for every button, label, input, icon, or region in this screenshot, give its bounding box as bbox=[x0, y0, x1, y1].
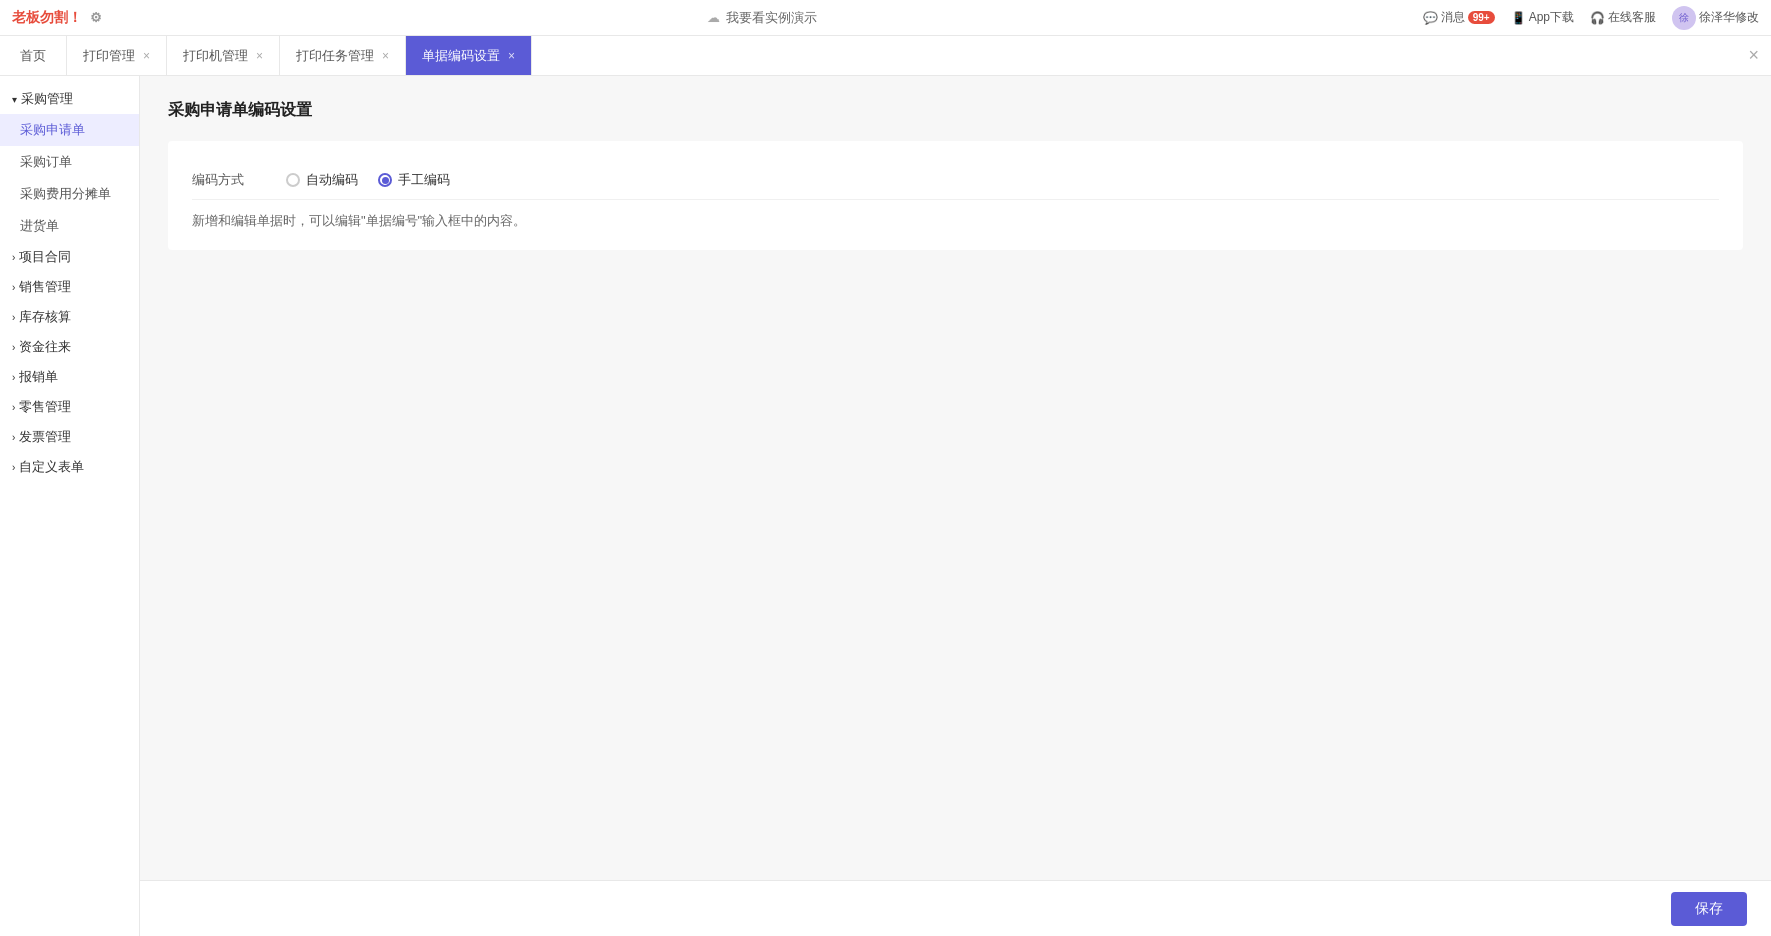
radio-manual-label: 手工编码 bbox=[398, 171, 450, 189]
top-bar-right: 💬 消息 99+ 📱 App下载 🎧 在线客服 徐 徐泽华修改 bbox=[1423, 6, 1759, 30]
message-button[interactable]: 💬 消息 99+ bbox=[1423, 9, 1495, 26]
sidebar-group-project-contract-label: 项目合同 bbox=[19, 248, 71, 266]
sidebar-item-purchase-expense[interactable]: 采购费用分摊单 bbox=[0, 178, 139, 210]
tab-printer-mgmt-close[interactable]: × bbox=[256, 49, 263, 63]
tab-printer-mgmt[interactable]: 打印机管理 × bbox=[167, 36, 280, 75]
code-mode-label: 编码方式 bbox=[192, 171, 262, 189]
sidebar-item-purchase-expense-label: 采购费用分摊单 bbox=[20, 186, 111, 201]
sidebar-item-purchase-order-label: 采购订单 bbox=[20, 154, 72, 169]
tab-print-mgmt-close[interactable]: × bbox=[143, 49, 150, 63]
radio-manual-circle bbox=[378, 173, 392, 187]
main-layout: ▾ 采购管理 采购申请单 采购订单 采购费用分摊单 进货单 › 项目合同 › 销… bbox=[0, 76, 1771, 936]
cloud-icon: ☁ bbox=[707, 10, 720, 25]
search-text[interactable]: 我要看实例演示 bbox=[726, 9, 817, 27]
user-name: 徐泽华修改 bbox=[1699, 9, 1759, 26]
message-icon: 💬 bbox=[1423, 11, 1438, 25]
save-button[interactable]: 保存 bbox=[1671, 892, 1747, 926]
app-download-button[interactable]: 📱 App下载 bbox=[1511, 9, 1574, 26]
sidebar-group-stock-check[interactable]: › 库存核算 bbox=[0, 302, 139, 332]
online-service-button[interactable]: 🎧 在线客服 bbox=[1590, 9, 1656, 26]
sidebar-group-retail-mgmt-label: 零售管理 bbox=[19, 398, 71, 416]
app-download-label: App下载 bbox=[1529, 9, 1574, 26]
radio-group: 自动编码 手工编码 bbox=[286, 171, 450, 189]
sidebar-group-capital[interactable]: › 资金往来 bbox=[0, 332, 139, 362]
tab-home-label: 首页 bbox=[20, 47, 46, 65]
sidebar-group-returns-label: 报销单 bbox=[19, 368, 58, 386]
tab-print-mgmt-label: 打印管理 bbox=[83, 47, 135, 65]
sidebar-group-sales-mgmt-label: 销售管理 bbox=[19, 278, 71, 296]
radio-manual-code[interactable]: 手工编码 bbox=[378, 171, 450, 189]
user-info[interactable]: 徐 徐泽华修改 bbox=[1672, 6, 1759, 30]
sidebar-group-invoice-mgmt[interactable]: › 发票管理 bbox=[0, 422, 139, 452]
radio-auto-code[interactable]: 自动编码 bbox=[286, 171, 358, 189]
sidebar-group-purchase[interactable]: ▾ 采购管理 bbox=[0, 84, 139, 114]
top-bar-center: ☁ 我要看实例演示 bbox=[707, 9, 817, 27]
tab-doc-code-settings[interactable]: 单据编码设置 × bbox=[406, 36, 532, 75]
content-area: 采购申请单编码设置 编码方式 自动编码 手工编码 bbox=[140, 76, 1771, 936]
tab-doc-code-settings-label: 单据编码设置 bbox=[422, 47, 500, 65]
radio-auto-circle bbox=[286, 173, 300, 187]
avatar: 徐 bbox=[1672, 6, 1696, 30]
radio-auto-label: 自动编码 bbox=[306, 171, 358, 189]
collapse-arrow-icon: ▾ bbox=[12, 94, 17, 105]
app-icon: 📱 bbox=[1511, 11, 1526, 25]
sidebar-item-purchase-stock-label: 进货单 bbox=[20, 218, 59, 233]
sidebar-group-sales-mgmt[interactable]: › 销售管理 bbox=[0, 272, 139, 302]
code-mode-row: 编码方式 自动编码 手工编码 bbox=[192, 161, 1719, 200]
message-label: 消息 bbox=[1441, 9, 1465, 26]
expand-arrow-icon-6: › bbox=[12, 402, 15, 413]
tab-print-mgmt[interactable]: 打印管理 × bbox=[67, 36, 167, 75]
top-bar-left: 老板勿割！ ⚙ bbox=[12, 9, 102, 27]
tab-bar: 首页 打印管理 × 打印机管理 × 打印任务管理 × 单据编码设置 × × bbox=[0, 36, 1771, 76]
sidebar-group-custom-form[interactable]: › 自定义表单 bbox=[0, 452, 139, 482]
expand-arrow-icon-4: › bbox=[12, 342, 15, 353]
message-badge: 99+ bbox=[1468, 11, 1495, 24]
tab-print-task[interactable]: 打印任务管理 × bbox=[280, 36, 406, 75]
expand-arrow-icon-1: › bbox=[12, 252, 15, 263]
tab-print-task-close[interactable]: × bbox=[382, 49, 389, 63]
expand-arrow-icon-7: › bbox=[12, 432, 15, 443]
content-body: 采购申请单编码设置 编码方式 自动编码 手工编码 bbox=[140, 76, 1771, 880]
sidebar-group-purchase-label: 采购管理 bbox=[21, 90, 73, 108]
sidebar-item-purchase-stock[interactable]: 进货单 bbox=[0, 210, 139, 242]
expand-arrow-icon-3: › bbox=[12, 312, 15, 323]
sidebar-group-capital-label: 资金往来 bbox=[19, 338, 71, 356]
expand-arrow-icon-2: › bbox=[12, 282, 15, 293]
sidebar-group-project-contract[interactable]: › 项目合同 bbox=[0, 242, 139, 272]
tab-home[interactable]: 首页 bbox=[0, 36, 67, 75]
logo-text: 老板勿割！ bbox=[12, 9, 82, 27]
sidebar-group-stock-check-label: 库存核算 bbox=[19, 308, 71, 326]
sidebar-group-invoice-mgmt-label: 发票管理 bbox=[19, 428, 71, 446]
expand-arrow-icon-5: › bbox=[12, 372, 15, 383]
online-service-label: 在线客服 bbox=[1608, 9, 1656, 26]
tab-printer-mgmt-label: 打印机管理 bbox=[183, 47, 248, 65]
code-mode-section: 编码方式 自动编码 手工编码 新增和编辑单据时，可以编辑"单据编号"输入框中的内… bbox=[168, 141, 1743, 250]
content-footer: 保存 bbox=[140, 880, 1771, 936]
tab-bar-right: × bbox=[532, 45, 1771, 66]
top-bar: 老板勿割！ ⚙ ☁ 我要看实例演示 💬 消息 99+ 📱 App下载 🎧 在线客… bbox=[0, 0, 1771, 36]
settings-icon[interactable]: ⚙ bbox=[90, 10, 102, 25]
sidebar: ▾ 采购管理 采购申请单 采购订单 采购费用分摊单 进货单 › 项目合同 › 销… bbox=[0, 76, 140, 936]
tab-doc-code-settings-close[interactable]: × bbox=[508, 49, 515, 63]
sidebar-item-purchase-request-label: 采购申请单 bbox=[20, 122, 85, 137]
window-close-icon[interactable]: × bbox=[1748, 45, 1759, 66]
expand-arrow-icon-8: › bbox=[12, 462, 15, 473]
sidebar-group-returns[interactable]: › 报销单 bbox=[0, 362, 139, 392]
sidebar-group-custom-form-label: 自定义表单 bbox=[19, 458, 84, 476]
sidebar-group-retail-mgmt[interactable]: › 零售管理 bbox=[0, 392, 139, 422]
tab-print-task-label: 打印任务管理 bbox=[296, 47, 374, 65]
sidebar-item-purchase-request[interactable]: 采购申请单 bbox=[0, 114, 139, 146]
hint-text: 新增和编辑单据时，可以编辑"单据编号"输入框中的内容。 bbox=[192, 212, 1719, 230]
page-title: 采购申请单编码设置 bbox=[168, 100, 1743, 121]
sidebar-item-purchase-order[interactable]: 采购订单 bbox=[0, 146, 139, 178]
headset-icon: 🎧 bbox=[1590, 11, 1605, 25]
